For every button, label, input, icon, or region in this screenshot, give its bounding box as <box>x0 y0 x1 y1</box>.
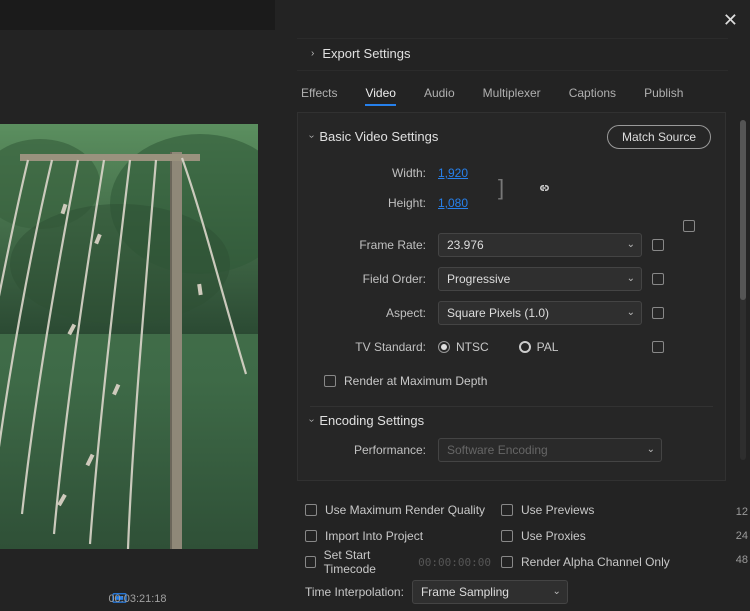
aspect-label: Aspect: <box>310 306 438 320</box>
chevron-down-icon: ⌄ <box>627 307 635 318</box>
match-dimensions-checkbox[interactable] <box>683 220 695 232</box>
use-proxies-checkbox[interactable] <box>501 530 513 542</box>
time-interpolation-select[interactable]: Frame Sampling ⌄ <box>412 580 568 604</box>
divider <box>297 38 728 39</box>
import-project-label: Import Into Project <box>325 529 423 543</box>
edge-num: 48 <box>736 554 748 566</box>
fieldorder-value: Progressive <box>447 272 510 286</box>
chevron-down-icon: ⌄ <box>553 586 561 597</box>
tvstd-ntsc-label: NTSC <box>456 340 489 354</box>
edge-num: 12 <box>736 506 748 518</box>
chevron-down-icon: › <box>306 135 317 138</box>
chevron-down-icon: ⌄ <box>647 444 655 455</box>
width-label: Width: <box>310 166 438 180</box>
tvstd-pal-radio[interactable] <box>519 341 531 353</box>
import-project-checkbox[interactable] <box>305 530 317 542</box>
match-tvstd-checkbox[interactable] <box>652 341 664 353</box>
set-start-timecode-label: Set Start Timecode <box>324 548 412 576</box>
use-previews-checkbox[interactable] <box>501 504 513 516</box>
maxdepth-checkbox[interactable] <box>324 375 336 387</box>
max-render-quality-label: Use Maximum Render Quality <box>325 503 485 517</box>
match-framerate-checkbox[interactable] <box>652 239 664 251</box>
tvstandard-label: TV Standard: <box>310 340 438 354</box>
tab-effects[interactable]: Effects <box>301 86 337 106</box>
export-footer-options: Use Maximum Render Quality Use Previews … <box>305 489 738 605</box>
aspect-select[interactable]: Square Pixels (1.0) ⌄ <box>438 301 642 325</box>
link-bracket-icon: ] <box>498 177 504 199</box>
fieldorder-select[interactable]: Progressive ⌄ <box>438 267 642 291</box>
match-aspect-checkbox[interactable] <box>652 307 664 319</box>
tab-captions[interactable]: Captions <box>569 86 616 106</box>
encoding-label: Encoding Settings <box>319 413 424 428</box>
edge-num: 24 <box>736 530 748 542</box>
export-settings-header[interactable]: › Export Settings <box>311 46 411 61</box>
video-settings-scroll: › Basic Video Settings Match Source Widt… <box>297 112 726 481</box>
divider <box>297 70 728 71</box>
time-interpolation-value: Frame Sampling <box>421 585 509 599</box>
performance-select: Software Encoding ⌄ <box>438 438 662 462</box>
settings-pane: › Export Settings Effects Video Audio Mu… <box>275 0 750 611</box>
render-alpha-label: Render Alpha Channel Only <box>521 555 670 569</box>
encoding-section-header[interactable]: › Encoding Settings <box>310 413 713 428</box>
export-settings-label: Export Settings <box>322 46 410 61</box>
chevron-right-icon: › <box>311 48 314 59</box>
basic-video-label: Basic Video Settings <box>319 129 438 144</box>
start-timecode-value: 00:00:00:00 <box>418 556 491 569</box>
framerate-select[interactable]: 23.976 ⌄ <box>438 233 642 257</box>
tvstd-pal-label: PAL <box>537 340 559 354</box>
match-fieldorder-checkbox[interactable] <box>652 273 664 285</box>
time-interpolation-label: Time Interpolation: <box>305 585 404 599</box>
chevron-down-icon: › <box>306 419 317 422</box>
performance-value: Software Encoding <box>447 443 548 457</box>
height-label: Height: <box>310 196 438 210</box>
fieldorder-label: Field Order: <box>310 272 438 286</box>
framerate-value: 23.976 <box>447 238 484 252</box>
video-preview <box>0 124 258 549</box>
set-start-timecode-checkbox[interactable] <box>305 556 316 568</box>
preview-pane: 00:03:21:18 <box>0 30 275 611</box>
tab-publish[interactable]: Publish <box>644 86 683 106</box>
chevron-down-icon: ⌄ <box>627 273 635 284</box>
render-alpha-checkbox[interactable] <box>501 556 513 568</box>
performance-label: Performance: <box>310 443 438 457</box>
height-field[interactable]: 1,080 <box>438 196 480 210</box>
close-button[interactable]: ✕ <box>723 10 738 31</box>
divider <box>310 406 713 407</box>
tvstd-ntsc-radio[interactable] <box>438 341 450 353</box>
out-timecode: 00:03:21:18 <box>108 593 166 605</box>
maxdepth-label: Render at Maximum Depth <box>344 374 487 388</box>
settings-scrollbar[interactable] <box>740 120 746 460</box>
tab-video[interactable]: Video <box>365 86 395 106</box>
framerate-label: Frame Rate: <box>310 238 438 252</box>
match-source-button[interactable]: Match Source <box>607 125 711 149</box>
aspect-value: Square Pixels (1.0) <box>447 306 549 320</box>
edge-numbers: 12 24 48 <box>736 506 748 566</box>
link-dimensions-toggle[interactable] <box>536 183 552 193</box>
use-previews-label: Use Previews <box>521 503 594 517</box>
tab-bar: Effects Video Audio Multiplexer Captions… <box>301 86 683 106</box>
use-proxies-label: Use Proxies <box>521 529 586 543</box>
timecode-bar: 00:03:21:18 <box>0 587 275 611</box>
width-field[interactable]: 1,920 <box>438 166 480 180</box>
tab-audio[interactable]: Audio <box>424 86 455 106</box>
max-render-quality-checkbox[interactable] <box>305 504 317 516</box>
scrollbar-thumb[interactable] <box>740 120 746 300</box>
tab-multiplexer[interactable]: Multiplexer <box>483 86 541 106</box>
chevron-down-icon: ⌄ <box>627 239 635 250</box>
